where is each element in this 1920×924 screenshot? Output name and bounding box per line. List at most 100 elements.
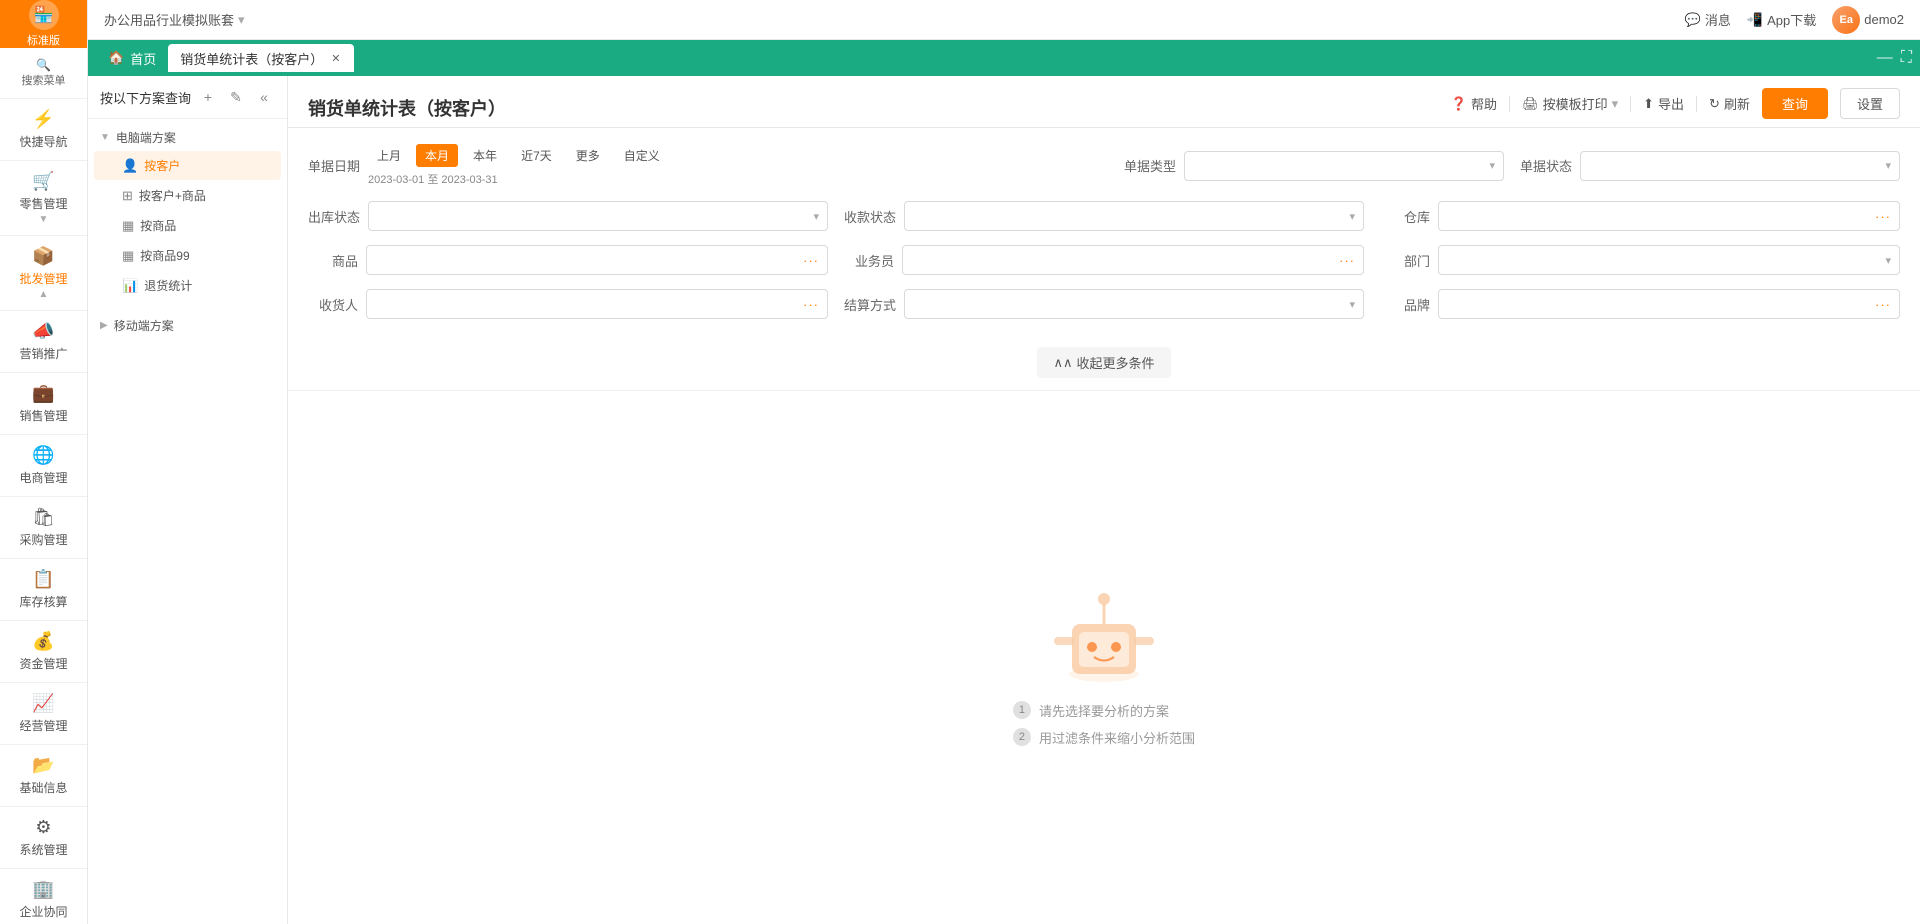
filter-payment-status-label: 收款状态: [844, 207, 896, 226]
empty-illustration: [1044, 569, 1164, 689]
tab-maximize-icon[interactable]: ⛶: [1901, 49, 1912, 67]
help-icon: ❓: [1451, 96, 1467, 112]
sidebar-item-marketing[interactable]: 📣 营销推广: [0, 311, 87, 373]
warehouse-input[interactable]: ···: [1438, 201, 1900, 231]
tab-sales-stat[interactable]: 销货单统计表（按客户） ✕: [168, 44, 354, 72]
filter-settlement-label: 结算方式: [844, 295, 896, 314]
tab-close-btn[interactable]: ✕: [329, 51, 342, 66]
doc-status-input[interactable]: ▾: [1580, 151, 1900, 181]
date-btn-more[interactable]: 更多: [567, 144, 609, 167]
sidebar-basic-info-label: 基础信息: [19, 779, 67, 796]
scheme-collapse-btn[interactable]: «: [253, 86, 275, 108]
filter-recipient-item: 收货人 ···: [308, 289, 828, 319]
salesperson-dots-icon: ···: [1339, 253, 1355, 268]
sidebar-quick-nav-label: 快捷导航: [19, 133, 67, 150]
scheme-group-desktop-title[interactable]: ▼ 电脑端方案: [88, 125, 287, 150]
sidebar-item-finance[interactable]: 💰 资金管理: [0, 621, 87, 683]
empty-icon: [1044, 569, 1164, 689]
scheme-item-by-goods-99[interactable]: ▦ 按商品99: [94, 241, 281, 270]
tab-minimize-icon[interactable]: —: [1877, 49, 1893, 67]
wholesale-expand-icon: ▲: [39, 289, 49, 300]
tab-home[interactable]: 🏠 首页: [96, 44, 168, 72]
top-header: 办公用品行业模拟账套 ▾ 💬 消息 📲 App下载 Ea demo2: [88, 0, 1920, 40]
scheme-edit-btn[interactable]: ✎: [225, 86, 247, 108]
filter-doc-status-label: 单据状态: [1520, 156, 1572, 175]
department-input[interactable]: ▾: [1438, 245, 1900, 275]
date-btn-last-month[interactable]: 上月: [368, 144, 410, 167]
query-button[interactable]: 查询: [1762, 88, 1828, 119]
by-goods-icon: ▦: [122, 218, 134, 234]
by-goods-99-icon: ▦: [122, 248, 134, 264]
return-stats-icon: 📊: [122, 278, 138, 294]
help-btn[interactable]: ❓ 帮助: [1451, 94, 1497, 113]
scheme-item-by-customer-goods-label: 按客户+商品: [139, 187, 206, 204]
sidebar-item-search[interactable]: 🔍 搜索菜单: [0, 48, 87, 99]
message-btn[interactable]: 💬 消息: [1685, 10, 1731, 29]
doc-type-input[interactable]: ▾: [1184, 151, 1504, 181]
scheme-item-by-customer-label: 按客户: [144, 157, 180, 174]
filter-row-3: 商品 ··· 业务员 ···: [308, 245, 1900, 275]
filter-department-label: 部门: [1380, 251, 1430, 270]
filter-warehouse-label: 仓库: [1380, 207, 1430, 226]
tab-bar-actions: — ⛶: [1877, 49, 1912, 67]
sidebar-logo[interactable]: 🏪 标准版: [0, 0, 88, 48]
print-label: 按模板打印: [1543, 94, 1608, 113]
settings-button[interactable]: 设置: [1840, 88, 1900, 119]
user-profile-btn[interactable]: Ea demo2: [1832, 6, 1904, 34]
app-download-btn[interactable]: 📲 App下载: [1747, 10, 1816, 29]
desktop-group-label: 电脑端方案: [116, 129, 176, 146]
collapse-more-btn[interactable]: ∧∧ 收起更多条件: [1037, 347, 1170, 378]
sidebar-search-label: 搜索菜单: [8, 72, 79, 88]
scheme-item-by-customer[interactable]: 👤 按客户: [94, 151, 281, 180]
industry-label: 办公用品行业模拟账套: [104, 10, 234, 29]
filter-date-label: 单据日期: [308, 156, 360, 175]
department-dropdown-icon: ▾: [1885, 254, 1891, 267]
export-btn[interactable]: ⬆ 导出: [1643, 94, 1684, 113]
sidebar-item-purchase[interactable]: 🛍 采购管理: [0, 497, 87, 559]
date-btn-custom[interactable]: 自定义: [615, 144, 669, 167]
sidebar-item-retail[interactable]: 🛒 零售管理 ▼: [0, 161, 87, 236]
scheme-group-mobile-title[interactable]: ▶ 移动端方案: [88, 313, 287, 338]
tab-home-label: 首页: [130, 49, 156, 68]
goods-input[interactable]: ···: [366, 245, 828, 275]
scheme-item-by-goods[interactable]: ▦ 按商品: [94, 211, 281, 240]
system-icon: ⚙: [35, 817, 51, 838]
sidebar-item-sales[interactable]: 💼 销售管理: [0, 373, 87, 435]
filter-area: 单据日期 上月 本月 本年 近7天 更多 自定义 20: [288, 128, 1920, 335]
doc-status-dropdown-icon: ▾: [1885, 159, 1891, 172]
divider-3: [1696, 96, 1697, 112]
sidebar-item-basic-info[interactable]: 📂 基础信息: [0, 745, 87, 807]
sidebar-item-inventory[interactable]: 📋 库存核算: [0, 559, 87, 621]
sidebar-item-wholesale[interactable]: 📦 批发管理 ▲: [0, 236, 87, 311]
refresh-btn[interactable]: ↻ 刷新: [1709, 94, 1750, 113]
date-btn-this-month[interactable]: 本月: [416, 144, 458, 167]
sidebar-item-operations[interactable]: 📈 经营管理: [0, 683, 87, 745]
empty-tip-1: 1 请先选择要分析的方案: [1013, 701, 1195, 720]
print-btn[interactable]: 🖨 按模板打印 ▾: [1522, 94, 1618, 113]
date-btn-last-7[interactable]: 近7天: [512, 144, 561, 167]
payment-status-input[interactable]: ▾: [904, 201, 1364, 231]
filter-goods-label: 商品: [308, 251, 358, 270]
warehouse-dots-icon: ···: [1875, 209, 1891, 224]
scheme-add-btn[interactable]: +: [197, 86, 219, 108]
settlement-input[interactable]: ▾: [904, 289, 1364, 319]
filter-brand-label: 品牌: [1380, 295, 1430, 314]
industry-selector[interactable]: 办公用品行业模拟账套 ▾: [104, 10, 245, 29]
sidebar-item-enterprise[interactable]: 🏢 企业协同: [0, 869, 87, 924]
enterprise-icon: 🏢: [32, 879, 54, 900]
sidebar-item-ecommerce[interactable]: 🌐 电商管理: [0, 435, 87, 497]
sidebar-item-quick-nav[interactable]: ⚡ 快捷导航: [0, 99, 87, 161]
recipient-input[interactable]: ···: [366, 289, 828, 319]
sidebar-item-system[interactable]: ⚙ 系统管理: [0, 807, 87, 869]
industry-dropdown-icon: ▾: [238, 12, 245, 28]
scheme-item-by-customer-goods[interactable]: ⊞ 按客户+商品: [94, 181, 281, 210]
brand-input[interactable]: ···: [1438, 289, 1900, 319]
salesperson-input[interactable]: ···: [902, 245, 1364, 275]
settlement-dropdown-icon: ▾: [1349, 298, 1355, 311]
date-btn-this-year[interactable]: 本年: [464, 144, 506, 167]
collapse-label: 收起更多条件: [1077, 353, 1155, 372]
out-status-input[interactable]: ▾: [368, 201, 828, 231]
collapse-up-icon: ∧∧: [1053, 355, 1072, 371]
scheme-item-by-goods-label: 按商品: [140, 217, 176, 234]
scheme-item-return-stats[interactable]: 📊 退货统计: [94, 271, 281, 300]
